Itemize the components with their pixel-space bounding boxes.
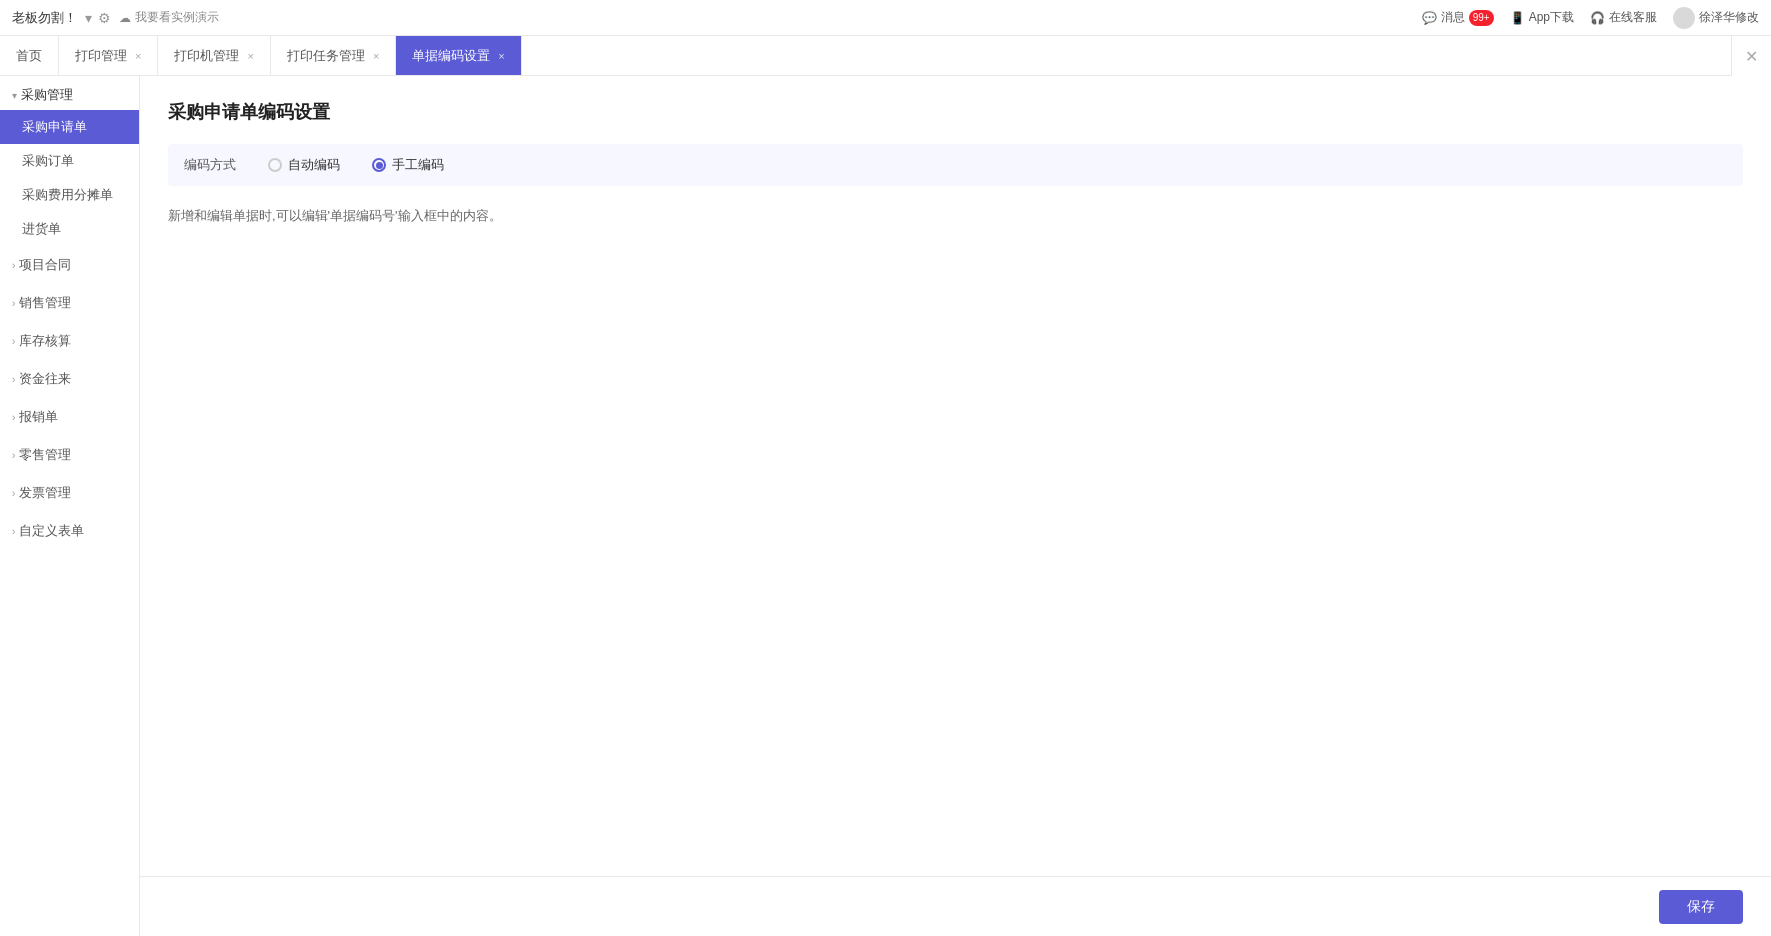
sidebar-group-invoice[interactable]: › 发票管理 bbox=[0, 474, 139, 512]
main-layout: ▾ 采购管理 采购申请单 采购订单 采购费用分摊单 进货单 › 项目合同 › 销… bbox=[0, 76, 1771, 936]
avatar bbox=[1673, 7, 1695, 29]
sidebar-item-purchase-order[interactable]: 采购订单 bbox=[0, 144, 139, 178]
top-bar-icons: ▾ ⚙ bbox=[85, 10, 111, 26]
chevron-right-icon: › bbox=[12, 336, 15, 347]
auto-code-option[interactable]: 自动编码 bbox=[268, 156, 340, 174]
tab-close-print-task[interactable]: × bbox=[373, 50, 379, 62]
tab-printer-mgmt[interactable]: 打印机管理 × bbox=[158, 36, 270, 75]
chevron-right-icon: › bbox=[12, 260, 15, 271]
tab-home[interactable]: 首页 bbox=[0, 36, 59, 75]
sidebar-group-custom-form[interactable]: › 自定义表单 bbox=[0, 512, 139, 550]
chevron-right-icon: › bbox=[12, 412, 15, 423]
coding-mode-row: 编码方式 自动编码 手工编码 bbox=[168, 144, 1743, 186]
sidebar-item-goods-receipt[interactable]: 进货单 bbox=[0, 212, 139, 246]
sidebar-item-purchase-request[interactable]: 采购申请单 bbox=[0, 110, 139, 144]
auto-code-radio[interactable] bbox=[268, 158, 282, 172]
page-close-button[interactable]: ✕ bbox=[1731, 36, 1771, 76]
coding-mode-label: 编码方式 bbox=[184, 156, 236, 174]
sidebar-group-retail[interactable]: › 零售管理 bbox=[0, 436, 139, 474]
message-badge: 99+ bbox=[1469, 10, 1494, 26]
description-text: 新增和编辑单据时,可以编辑'单据编码号'输入框中的内容。 bbox=[168, 206, 1743, 227]
sidebar-group-sales[interactable]: › 销售管理 bbox=[0, 284, 139, 322]
sidebar: ▾ 采购管理 采购申请单 采购订单 采购费用分摊单 进货单 › 项目合同 › 销… bbox=[0, 76, 140, 936]
message-button[interactable]: 💬 消息 99+ bbox=[1422, 9, 1494, 26]
chevron-right-icon: › bbox=[12, 526, 15, 537]
manual-code-radio[interactable] bbox=[372, 158, 386, 172]
headset-icon: 🎧 bbox=[1590, 11, 1605, 25]
tab-print-task[interactable]: 打印任务管理 × bbox=[271, 36, 396, 75]
top-bar: 老板勿割！ ▾ ⚙ ☁ 我要看实例演示 💬 消息 99+ 📱 App下载 🎧 在… bbox=[0, 0, 1771, 36]
app-download-button[interactable]: 📱 App下载 bbox=[1510, 9, 1574, 26]
settings-icon[interactable]: ⚙ bbox=[98, 10, 111, 26]
chevron-right-icon: › bbox=[12, 374, 15, 385]
top-bar-left: 老板勿割！ ▾ ⚙ ☁ 我要看实例演示 bbox=[12, 9, 219, 27]
chevron-right-icon: › bbox=[12, 298, 15, 309]
sidebar-group-inventory[interactable]: › 库存核算 bbox=[0, 322, 139, 360]
tab-close-print-mgmt[interactable]: × bbox=[135, 50, 141, 62]
tab-barcode-setting[interactable]: 单据编码设置 × bbox=[396, 36, 521, 75]
user-menu[interactable]: 徐泽华修改 bbox=[1673, 7, 1759, 29]
footer-bar: 保存 bbox=[140, 876, 1771, 936]
top-bar-right: 💬 消息 99+ 📱 App下载 🎧 在线客服 徐泽华修改 bbox=[1422, 7, 1759, 29]
page-title: 采购申请单编码设置 bbox=[168, 100, 1743, 124]
chevron-down-icon: ▾ bbox=[12, 90, 17, 101]
sidebar-group-project-contract[interactable]: › 项目合同 bbox=[0, 246, 139, 284]
online-service-button[interactable]: 🎧 在线客服 bbox=[1590, 9, 1657, 26]
sidebar-group-purchase[interactable]: ▾ 采购管理 bbox=[0, 76, 139, 110]
mobile-icon: 📱 bbox=[1510, 11, 1525, 25]
content-area: 采购申请单编码设置 编码方式 自动编码 手工编码 新增和编辑单据时,可以编辑'单… bbox=[140, 76, 1771, 936]
tab-print-mgmt[interactable]: 打印管理 × bbox=[59, 36, 158, 75]
chevron-right-icon: › bbox=[12, 450, 15, 461]
save-button[interactable]: 保存 bbox=[1659, 890, 1743, 924]
cloud-icon: ☁ bbox=[119, 11, 131, 25]
tab-bar: 首页 打印管理 × 打印机管理 × 打印任务管理 × 单据编码设置 × ✕ bbox=[0, 36, 1771, 76]
brand-text: 老板勿割！ bbox=[12, 9, 77, 27]
sidebar-group-capital[interactable]: › 资金往来 bbox=[0, 360, 139, 398]
chevron-right-icon: › bbox=[12, 488, 15, 499]
sidebar-group-returns[interactable]: › 报销单 bbox=[0, 398, 139, 436]
manual-code-option[interactable]: 手工编码 bbox=[372, 156, 444, 174]
demo-link[interactable]: ☁ 我要看实例演示 bbox=[119, 9, 219, 26]
sidebar-item-purchase-expense[interactable]: 采购费用分摊单 bbox=[0, 178, 139, 212]
message-icon: 💬 bbox=[1422, 11, 1437, 25]
dropdown-icon[interactable]: ▾ bbox=[85, 10, 92, 26]
content-inner: 采购申请单编码设置 编码方式 自动编码 手工编码 新增和编辑单据时,可以编辑'单… bbox=[140, 76, 1771, 876]
tab-close-printer-mgmt[interactable]: × bbox=[247, 50, 253, 62]
tab-close-barcode-setting[interactable]: × bbox=[498, 50, 504, 62]
